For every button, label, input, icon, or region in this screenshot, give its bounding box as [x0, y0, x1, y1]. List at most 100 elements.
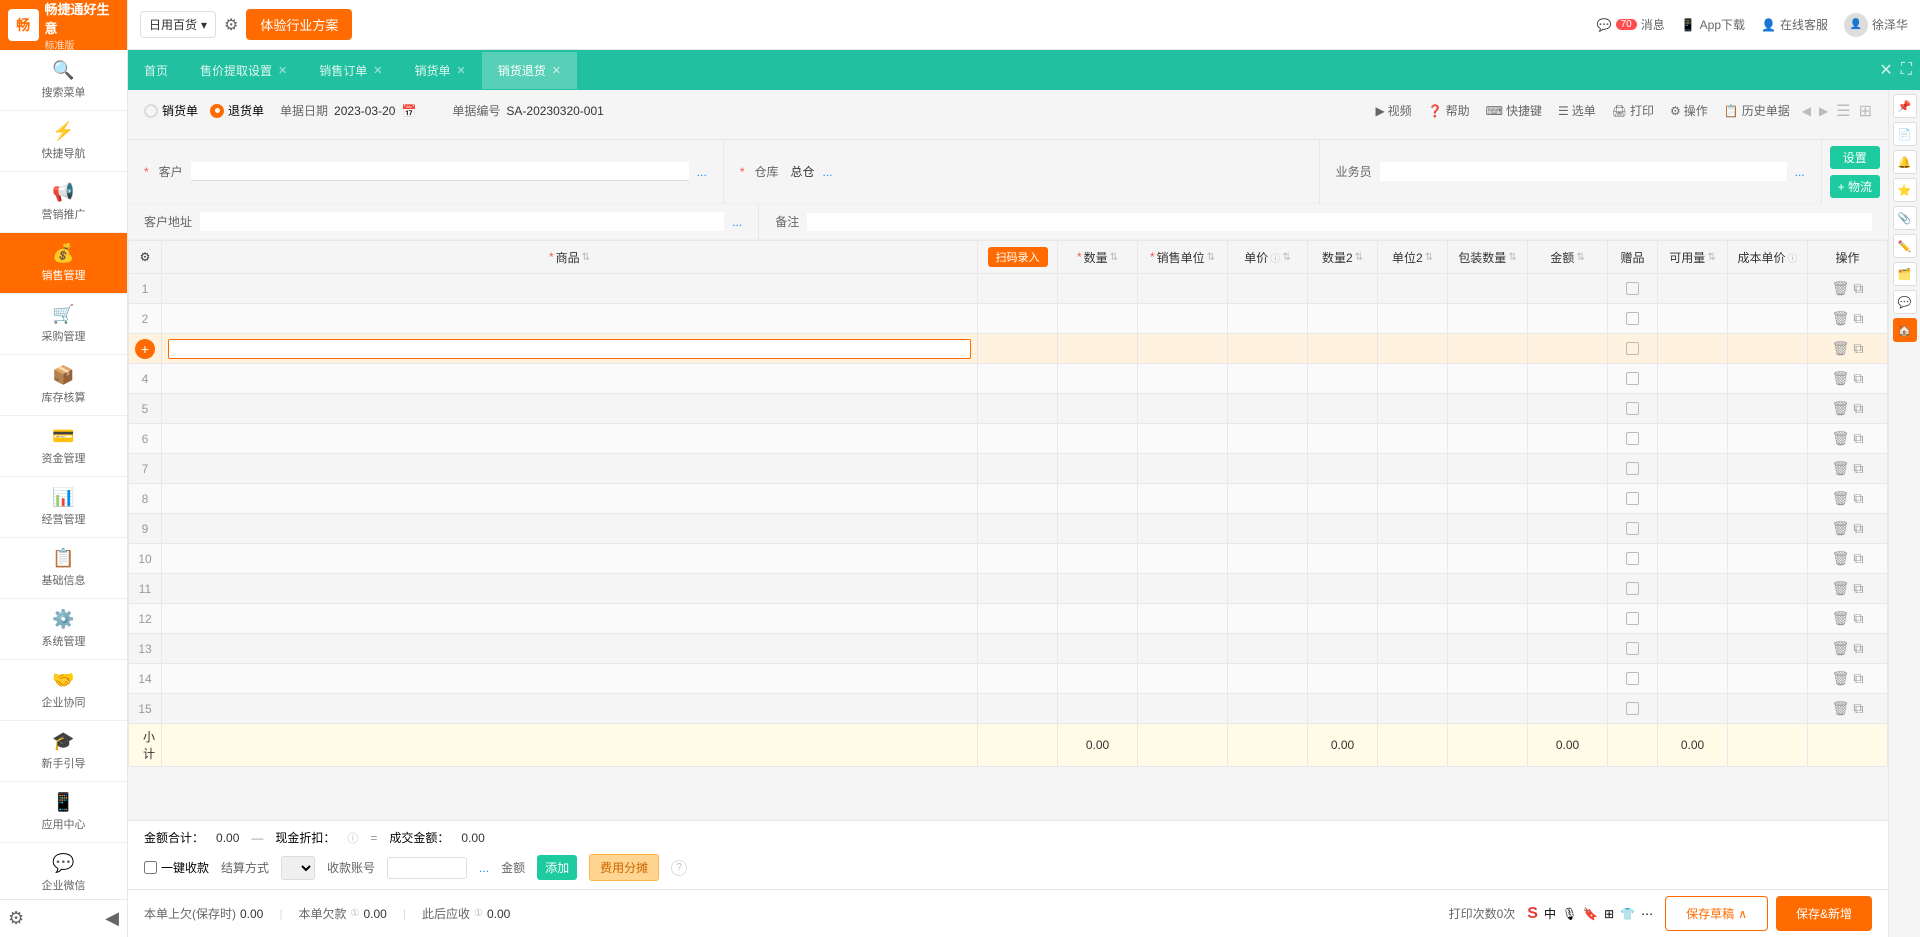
delete-row-btn[interactable]: 🗑 — [1832, 640, 1850, 657]
data-cell[interactable] — [1448, 274, 1528, 304]
delete-row-btn[interactable]: 🗑 — [1832, 370, 1850, 387]
data-cell[interactable] — [1728, 544, 1808, 574]
data-cell[interactable] — [1138, 544, 1228, 574]
data-cell[interactable] — [1528, 334, 1608, 364]
data-cell[interactable] — [1058, 544, 1138, 574]
data-cell[interactable] — [978, 274, 1058, 304]
copy-row-btn[interactable]: ⧉ — [1853, 520, 1863, 537]
data-cell[interactable] — [978, 484, 1058, 514]
data-cell[interactable] — [1528, 574, 1608, 604]
product-cell[interactable] — [162, 454, 978, 484]
calendar-icon[interactable]: 📅 — [401, 104, 416, 118]
data-cell[interactable] — [1138, 454, 1228, 484]
data-cell[interactable] — [1378, 514, 1448, 544]
data-cell[interactable] — [1058, 604, 1138, 634]
data-cell[interactable] — [1378, 394, 1448, 424]
data-cell[interactable] — [1728, 274, 1808, 304]
th-settings[interactable]: ⚙ — [129, 241, 162, 274]
data-cell[interactable] — [1228, 634, 1308, 664]
data-cell[interactable] — [1658, 424, 1728, 454]
message-btn[interactable]: 💬 70 消息 — [1597, 16, 1665, 33]
right-btn-6[interactable]: ✏️ — [1893, 234, 1917, 258]
collapse-icon[interactable]: ◀ — [105, 908, 119, 929]
right-btn-7[interactable]: 🗂️ — [1893, 262, 1917, 286]
data-cell[interactable] — [1608, 424, 1658, 454]
product-cell[interactable] — [162, 364, 978, 394]
gift-checkbox[interactable] — [1626, 672, 1639, 685]
delete-row-btn[interactable]: 🗑 — [1832, 280, 1850, 297]
data-cell[interactable] — [1448, 604, 1528, 634]
data-cell[interactable] — [1448, 454, 1528, 484]
data-cell[interactable] — [1138, 664, 1228, 694]
data-cell[interactable] — [1528, 394, 1608, 424]
delete-row-btn[interactable]: 🗑 — [1832, 400, 1850, 417]
gift-checkbox[interactable] — [1626, 522, 1639, 535]
data-cell[interactable] — [978, 664, 1058, 694]
data-cell[interactable] — [1138, 304, 1228, 334]
data-cell[interactable] — [1308, 484, 1378, 514]
data-cell[interactable] — [1658, 634, 1728, 664]
account-input[interactable] — [387, 857, 467, 879]
delete-row-btn[interactable]: 🗑 — [1832, 490, 1850, 507]
data-cell[interactable] — [1528, 424, 1608, 454]
data-cell[interactable] — [1308, 334, 1378, 364]
copy-row-btn[interactable]: ⧉ — [1853, 340, 1863, 357]
data-cell[interactable] — [1448, 514, 1528, 544]
gift-checkbox[interactable] — [1626, 612, 1639, 625]
data-cell[interactable] — [1728, 334, 1808, 364]
copy-row-btn[interactable]: ⧉ — [1853, 700, 1863, 717]
product-cell[interactable] — [162, 334, 978, 364]
data-cell[interactable] — [1608, 574, 1658, 604]
copy-row-btn[interactable]: ⧉ — [1853, 400, 1863, 417]
data-cell[interactable] — [1308, 694, 1378, 724]
data-cell[interactable] — [1058, 694, 1138, 724]
data-cell[interactable] — [1728, 514, 1808, 544]
data-cell[interactable] — [1728, 664, 1808, 694]
sidebar-item-search[interactable]: 🔍 搜索菜单 — [0, 50, 127, 111]
data-cell[interactable] — [1308, 604, 1378, 634]
user-avatar[interactable]: 👤 徐泽华 — [1844, 13, 1908, 37]
tab-sale-price[interactable]: 售价提取设置 ✕ — [184, 52, 303, 89]
data-cell[interactable] — [1378, 274, 1448, 304]
app-download-btn[interactable]: 📱 App下载 — [1681, 16, 1745, 33]
data-cell[interactable] — [1378, 334, 1448, 364]
copy-row-btn[interactable]: ⧉ — [1853, 430, 1863, 447]
data-cell[interactable] — [1658, 394, 1728, 424]
right-btn-2[interactable]: 📄 — [1893, 122, 1917, 146]
data-cell[interactable] — [1308, 454, 1378, 484]
data-cell[interactable] — [1138, 394, 1228, 424]
data-cell[interactable] — [1448, 364, 1528, 394]
data-cell[interactable] — [978, 604, 1058, 634]
copy-row-btn[interactable]: ⧉ — [1853, 280, 1863, 297]
data-cell[interactable] — [1608, 514, 1658, 544]
data-cell[interactable] — [1228, 454, 1308, 484]
account-dots-btn[interactable]: ... — [479, 861, 489, 875]
gift-checkbox[interactable] — [1626, 492, 1639, 505]
grid-view-icon[interactable]: ⊞ — [1859, 101, 1872, 121]
data-cell[interactable] — [1308, 304, 1378, 334]
data-cell[interactable] — [1138, 274, 1228, 304]
data-cell[interactable] — [1378, 694, 1448, 724]
data-cell[interactable] — [1378, 664, 1448, 694]
data-cell[interactable] — [978, 634, 1058, 664]
sidebar-item-system[interactable]: ⚙️ 系统管理 — [0, 599, 127, 660]
data-cell[interactable] — [1608, 634, 1658, 664]
data-cell[interactable] — [1058, 274, 1138, 304]
data-cell[interactable] — [1448, 424, 1528, 454]
gift-checkbox[interactable] — [1626, 582, 1639, 595]
data-cell[interactable] — [1658, 334, 1728, 364]
expand-icon[interactable]: ⛶ — [1901, 61, 1912, 79]
data-cell[interactable] — [1058, 484, 1138, 514]
data-cell[interactable] — [1728, 484, 1808, 514]
radio-sale[interactable]: 销货单 — [144, 102, 198, 119]
close-tab-icon[interactable]: ✕ — [1879, 60, 1892, 80]
delete-row-btn[interactable]: 🗑 — [1832, 610, 1850, 627]
save-new-btn[interactable]: 保存&新增 — [1776, 896, 1872, 931]
sidebar-item-corp[interactable]: 🤝 企业协同 — [0, 660, 127, 721]
sidebar-item-guide[interactable]: 🎓 新手引导 — [0, 721, 127, 782]
data-cell[interactable] — [1608, 484, 1658, 514]
data-cell[interactable] — [1378, 454, 1448, 484]
data-cell[interactable] — [1608, 394, 1658, 424]
data-cell[interactable] — [1228, 544, 1308, 574]
data-cell[interactable] — [1658, 484, 1728, 514]
